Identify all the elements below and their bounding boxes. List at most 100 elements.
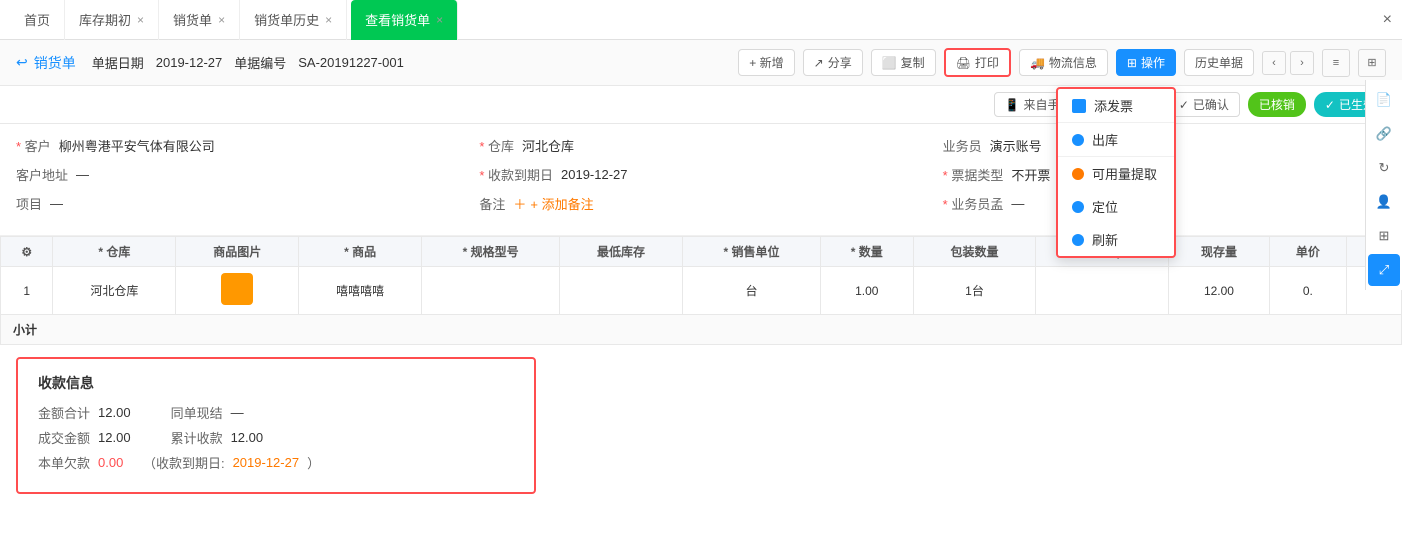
grid-icon: ⊞ (1127, 56, 1137, 70)
tab-sales[interactable]: 销货单 × (159, 0, 240, 40)
customer-label: 客户 (16, 136, 51, 155)
refresh-item[interactable]: 刷新 (1058, 223, 1174, 256)
summary-row-2: 成交金额 12.00 累计收款 12.00 (38, 428, 514, 447)
right-icon-document[interactable]: 📄 (1368, 84, 1400, 116)
copy-icon: ⬜ (882, 56, 897, 70)
debt-note-text: （收款到期日: (143, 453, 225, 472)
col-stock: 现存量 (1169, 237, 1269, 267)
note-field: 备注 ＋ + 添加备注 (479, 194, 922, 213)
amount-total-value: 12.00 (98, 405, 131, 420)
tab-view-sales[interactable]: 查看销货单 × (351, 0, 458, 40)
refresh-icon (1072, 234, 1084, 246)
add-note-button[interactable]: ＋ + 添加备注 (513, 194, 593, 213)
address-value: — (76, 167, 89, 182)
note-label: 备注 (479, 194, 505, 213)
check2-icon: ✓ (1325, 98, 1335, 112)
tab-home[interactable]: 首页 (10, 0, 65, 40)
close-all-button[interactable]: × (1383, 11, 1392, 29)
row-stock: 12.00 (1169, 267, 1269, 315)
transaction-item: 成交金额 12.00 (38, 428, 131, 447)
confirm-button[interactable]: ✓ 已确认 (1168, 92, 1240, 117)
number-label: 单据编号 (234, 53, 286, 72)
nav-arrows: ‹ › (1262, 51, 1314, 75)
summary-box: 收款信息 金额合计 12.00 同单现结 — 成交金额 12.00 累计收款 1… (16, 357, 536, 494)
staff-label: 业务员 (943, 136, 982, 155)
row-no: 1 (1, 267, 53, 315)
prev-arrow[interactable]: ‹ (1262, 51, 1286, 75)
date-value: 2019-12-27 (156, 55, 223, 70)
row-sales-unit: 台 (682, 267, 820, 315)
data-table: ⚙ * 仓库 商品图片 * 商品 * 规格型号 最低库存 * 销售单位 * 数量… (0, 236, 1402, 345)
current-debt-item: 本单欠款 0.00 （收款到期日: 2019-12-27 ） (38, 453, 320, 472)
doc-type-label: 销货单 (34, 53, 76, 73)
close-history-tab[interactable]: × (325, 13, 332, 27)
doc-actions: + 新增 ↗ 分享 ⬜ 复制 🖨 打印 🚚 物流信息 ⊞ 操作 (738, 48, 1386, 77)
share-icon: ↗ (814, 56, 824, 70)
col-min-stock: 最低库存 (560, 237, 683, 267)
list-view-button[interactable]: ≡ (1322, 49, 1350, 77)
tab-bar: 首页 库存期初 × 销货单 × 销货单历史 × 查看销货单 × × (0, 0, 1402, 40)
row-product: 嘻嘻嘻嘻 (299, 267, 422, 315)
form-row-3: 项目 — 备注 ＋ + 添加备注 业务员孟 — (16, 194, 1386, 213)
total-collection-value: 12.00 (231, 430, 264, 445)
tab-inventory[interactable]: 库存期初 × (65, 0, 159, 40)
due-date-label: 收款到期日 (479, 165, 553, 184)
doc-meta: 单据日期 2019-12-27 单据编号 SA-20191227-001 (92, 53, 404, 72)
copy-button[interactable]: ⬜ 复制 (871, 49, 936, 76)
doc-title: ↩ 销货单 (16, 53, 76, 73)
right-icon-user[interactable]: 👤 (1368, 186, 1400, 218)
transaction-label: 成交金额 (38, 428, 90, 447)
locate-item[interactable]: 定位 (1058, 190, 1174, 223)
row-warehouse: 河北仓库 (53, 267, 176, 315)
address-label: 客户地址 (16, 165, 68, 184)
col-warehouse: * 仓库 (53, 237, 176, 267)
operation-button[interactable]: ⊞ 操作 (1116, 49, 1176, 76)
print-button[interactable]: 🖨 打印 (944, 48, 1011, 77)
col-price: 单价 (1269, 237, 1347, 267)
warehouse-label: 仓库 (479, 136, 514, 155)
quantity-fetch-item[interactable]: 可用量提取 (1058, 156, 1174, 190)
row-available (1036, 267, 1169, 315)
share-button[interactable]: ↗ 分享 (803, 49, 863, 76)
form-row-1: 客户 柳州粤港平安气体有限公司 仓库 河北仓库 业务员 演示账号 (16, 136, 1386, 155)
close-view-sales-tab[interactable]: × (436, 13, 443, 27)
row-qty: 1.00 (820, 267, 913, 315)
number-value: SA-20191227-001 (298, 55, 404, 70)
debt-note (131, 455, 135, 470)
col-gear[interactable]: ⚙ (1, 237, 53, 267)
col-qty: * 数量 (820, 237, 913, 267)
add-invoice-icon (1072, 99, 1086, 113)
logistics-button[interactable]: 🚚 物流信息 (1019, 49, 1108, 76)
customer-value: 柳州粤港平安气体有限公司 (59, 136, 215, 155)
summary-row-1: 金额合计 12.00 同单现结 — (38, 403, 514, 422)
debt-date: 2019-12-27 (233, 455, 300, 470)
operation-dropdown: 添发票 出库 可用量提取 定位 (1056, 87, 1176, 258)
plus-icon: ＋ (513, 194, 526, 213)
outbound-item[interactable]: 出库 (1058, 122, 1174, 156)
row-min-stock (560, 267, 683, 315)
next-arrow[interactable]: › (1290, 51, 1314, 75)
right-icon-expand[interactable]: ⤢ (1368, 254, 1400, 286)
add-invoice-item[interactable]: 添发票 (1058, 89, 1174, 122)
same-order-item: 同单现结 — (171, 403, 244, 422)
project-value: — (50, 196, 63, 211)
tab-sales-history[interactable]: 销货单历史 × (240, 0, 347, 40)
form-section: 客户 柳州粤港平安气体有限公司 仓库 河北仓库 业务员 演示账号 客户地址 — … (0, 124, 1402, 236)
col-spec: * 规格型号 (422, 237, 560, 267)
grid-view-button[interactable]: ⊞ (1358, 49, 1386, 77)
new-button[interactable]: + 新增 (738, 49, 794, 76)
amount-total-label: 金额合计 (38, 403, 90, 422)
close-inventory-tab[interactable]: × (137, 13, 144, 27)
doc-header: ↩ 销货单 单据日期 2019-12-27 单据编号 SA-20191227-0… (0, 40, 1402, 86)
same-order-value: — (231, 405, 244, 420)
right-icon-link[interactable]: 🔗 (1368, 118, 1400, 150)
right-icon-refresh[interactable]: ↻ (1368, 152, 1400, 184)
right-icon-grid[interactable]: ⊞ (1368, 220, 1400, 252)
warehouse-field: 仓库 河北仓库 (479, 136, 922, 155)
col-pack-qty: 包装数量 (913, 237, 1036, 267)
history-button[interactable]: 历史单据 (1184, 49, 1254, 76)
close-sales-tab[interactable]: × (218, 13, 225, 27)
locate-icon (1072, 201, 1084, 213)
cancel-button[interactable]: 已核销 (1248, 92, 1306, 117)
sales-staff-label: 业务员孟 (943, 194, 1004, 213)
